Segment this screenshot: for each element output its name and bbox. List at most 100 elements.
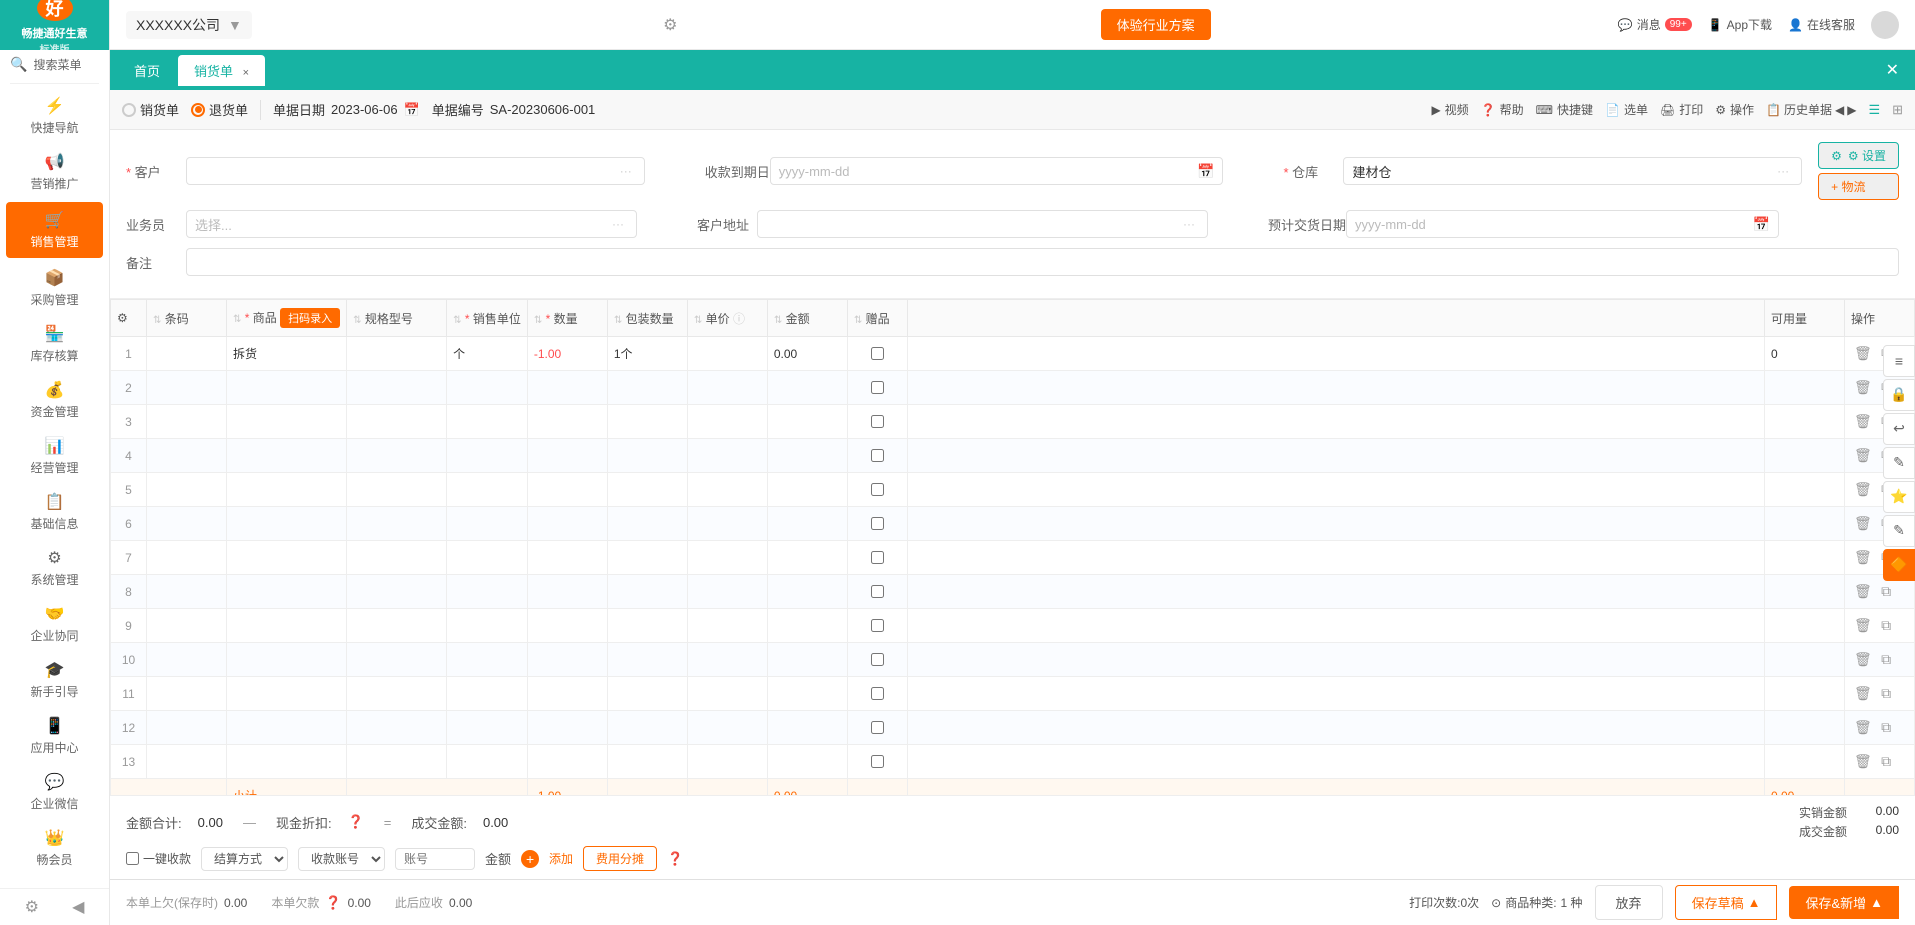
scan-button[interactable]: 扫码录入 xyxy=(280,308,340,328)
row-price-12[interactable] xyxy=(687,711,767,745)
row-product-1[interactable]: 拆货 xyxy=(227,337,347,371)
row-gift-5[interactable] xyxy=(847,473,907,507)
row-pkg-9[interactable] xyxy=(607,609,687,643)
print-btn[interactable]: 🖨 打印 xyxy=(1660,101,1703,118)
row-spec-1[interactable] xyxy=(347,337,447,371)
row-barcode-5[interactable] xyxy=(147,473,227,507)
sort-pkg-icon[interactable]: ⇅ xyxy=(614,315,622,326)
delete-icon-1[interactable]: 🗑 xyxy=(1854,345,1872,361)
row-amount-1[interactable]: 0.00 xyxy=(767,337,847,371)
row-unit-1[interactable]: 个 xyxy=(447,337,528,371)
delete-icon-8[interactable]: 🗑 xyxy=(1854,583,1872,599)
row-pkg-7[interactable] xyxy=(607,541,687,575)
shortcut-btn[interactable]: ⌨ 快捷键 xyxy=(1536,101,1593,118)
row-price-9[interactable] xyxy=(687,609,767,643)
delete-icon-2[interactable]: 🗑 xyxy=(1854,379,1872,395)
video-btn[interactable]: ▶ 视频 xyxy=(1431,101,1468,118)
operation-btn[interactable]: ⚙ 操作 xyxy=(1715,101,1754,118)
message-btn[interactable]: 💬 消息 99+ xyxy=(1618,16,1692,33)
row-spec-4[interactable] xyxy=(347,439,447,473)
row-pkg-13[interactable] xyxy=(607,745,687,779)
right-panel-btn-6[interactable]: ✎ xyxy=(1883,515,1915,547)
row-product-10[interactable] xyxy=(227,643,347,677)
settings-icon[interactable]: ⚙ xyxy=(25,897,39,917)
row-product-7[interactable] xyxy=(227,541,347,575)
row-pkg-1[interactable]: 1个 xyxy=(607,337,687,371)
sidebar-item-wechat[interactable]: 💬 企业微信 xyxy=(0,764,109,820)
row-barcode-12[interactable] xyxy=(147,711,227,745)
gift-checkbox-2[interactable] xyxy=(871,381,884,394)
gift-checkbox-11[interactable] xyxy=(871,687,884,700)
trial-button[interactable]: 体验行业方案 xyxy=(1101,9,1211,40)
row-qty-13[interactable] xyxy=(527,745,607,779)
row-amount-10[interactable] xyxy=(767,643,847,677)
warehouse-dots-btn[interactable]: ··· xyxy=(1773,164,1793,178)
row-barcode-10[interactable] xyxy=(147,643,227,677)
row-amount-5[interactable] xyxy=(767,473,847,507)
gift-checkbox-4[interactable] xyxy=(871,449,884,462)
customer-input[interactable]: ··· xyxy=(186,157,645,185)
row-amount-13[interactable] xyxy=(767,745,847,779)
save-new-button[interactable]: 保存&新增 ▲ xyxy=(1789,886,1899,919)
row-unit-13[interactable] xyxy=(447,745,528,779)
sidebar-item-system[interactable]: ⚙ 系统管理 xyxy=(0,540,109,596)
company-settings-icon[interactable]: ⚙ xyxy=(659,11,681,39)
row-barcode-6[interactable] xyxy=(147,507,227,541)
row-barcode-7[interactable] xyxy=(147,541,227,575)
payment-calendar-icon[interactable]: 📅 xyxy=(1197,163,1214,180)
row-unit-6[interactable] xyxy=(447,507,528,541)
row-qty-6[interactable] xyxy=(527,507,607,541)
row-barcode-2[interactable] xyxy=(147,371,227,405)
discard-button[interactable]: 放弃 xyxy=(1595,885,1663,920)
sort-gift-icon[interactable]: ⇅ xyxy=(854,315,862,326)
row-gift-10[interactable] xyxy=(847,643,907,677)
sidebar-item-purchase[interactable]: 📦 采购管理 xyxy=(0,260,109,316)
row-price-5[interactable] xyxy=(687,473,767,507)
sidebar-item-appstore[interactable]: 📱 应用中心 xyxy=(0,708,109,764)
row-pkg-8[interactable] xyxy=(607,575,687,609)
history-nav-prev[interactable]: ◀ xyxy=(1835,103,1844,117)
row-price-13[interactable] xyxy=(687,745,767,779)
account-select[interactable]: 收款账号 xyxy=(298,847,385,871)
delete-icon-11[interactable]: 🗑 xyxy=(1854,685,1872,701)
row-unit-10[interactable] xyxy=(447,643,528,677)
row-gift-9[interactable] xyxy=(847,609,907,643)
add-payment-button[interactable]: + xyxy=(521,850,539,868)
select-btn[interactable]: 📄 选单 xyxy=(1605,101,1648,118)
row-gift-12[interactable] xyxy=(847,711,907,745)
row-qty-12[interactable] xyxy=(527,711,607,745)
row-spec-11[interactable] xyxy=(347,677,447,711)
layout-icon-list[interactable]: ☰ xyxy=(1868,102,1880,118)
right-panel-btn-5[interactable]: ⭐ xyxy=(1883,481,1915,513)
delivery-calendar-icon[interactable]: 📅 xyxy=(1753,216,1770,233)
company-selector[interactable]: XXXXXX公司 ▼ xyxy=(126,11,252,39)
row-product-9[interactable] xyxy=(227,609,347,643)
row-pkg-5[interactable] xyxy=(607,473,687,507)
row-price-1[interactable] xyxy=(687,337,767,371)
settings-button[interactable]: ⚙ ⚙ 设置 xyxy=(1818,142,1899,169)
history-btn[interactable]: 📋 历史单据 ◀ ▶ xyxy=(1766,101,1856,118)
gift-checkbox-5[interactable] xyxy=(871,483,884,496)
copy-icon-12[interactable]: ⧉ xyxy=(1881,719,1891,735)
gift-checkbox-13[interactable] xyxy=(871,755,884,768)
row-pkg-4[interactable] xyxy=(607,439,687,473)
delete-icon-10[interactable]: 🗑 xyxy=(1854,651,1872,667)
row-barcode-11[interactable] xyxy=(147,677,227,711)
row-product-2[interactable] xyxy=(227,371,347,405)
row-qty-11[interactable] xyxy=(527,677,607,711)
sidebar-item-sales[interactable]: 🛒 销售管理 xyxy=(6,202,103,258)
right-panel-btn-1[interactable]: ≡ xyxy=(1883,345,1915,377)
row-gift-13[interactable] xyxy=(847,745,907,779)
row-spec-2[interactable] xyxy=(347,371,447,405)
row-product-5[interactable] xyxy=(227,473,347,507)
row-amount-6[interactable] xyxy=(767,507,847,541)
tab-bar-close-btn[interactable]: ✕ xyxy=(1878,56,1907,84)
sidebar-item-search[interactable]: 🔍 搜索菜单 xyxy=(0,50,109,79)
row-amount-11[interactable] xyxy=(767,677,847,711)
online-service-btn[interactable]: 👤 在线客服 xyxy=(1788,16,1855,33)
app-download-btn[interactable]: 📱 App下载 xyxy=(1708,16,1772,33)
right-panel-btn-2[interactable]: 🔒 xyxy=(1883,379,1915,411)
row-price-8[interactable] xyxy=(687,575,767,609)
right-panel-btn-7[interactable]: 🔶 xyxy=(1883,549,1915,581)
right-panel-btn-4[interactable]: ✎ xyxy=(1883,447,1915,479)
